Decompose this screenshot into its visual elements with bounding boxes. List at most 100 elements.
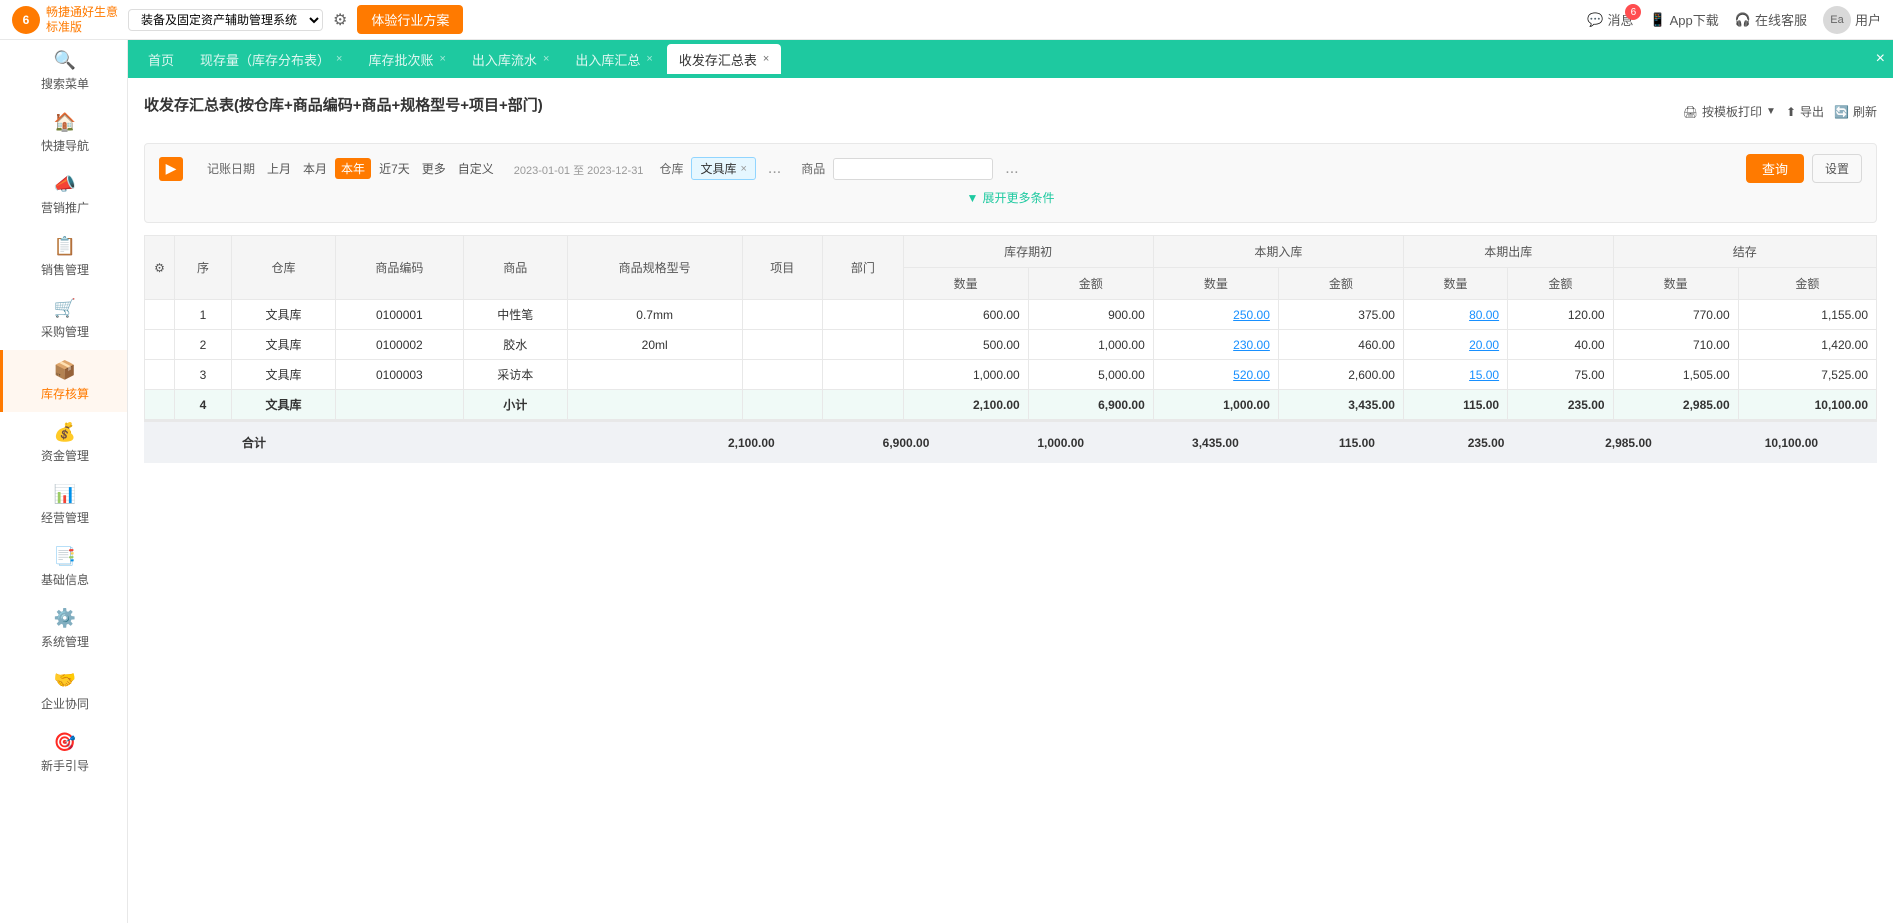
goods-input[interactable] bbox=[833, 158, 993, 180]
row-goods-name: 胶水 bbox=[463, 330, 567, 360]
row-in-qty[interactable]: 520.00 bbox=[1153, 360, 1278, 390]
logo-icon: 6 bbox=[12, 6, 40, 34]
th-project: 项目 bbox=[742, 236, 823, 300]
date-filter-section: 记账日期 上月 本月 本年 近7天 更多 自定义 bbox=[207, 158, 498, 179]
sidebar-item-basic[interactable]: 📑 基础信息 bbox=[0, 536, 127, 598]
th-group-opening: 库存期初 bbox=[903, 236, 1153, 268]
tab-stock-dist[interactable]: 现存量（库存分布表） × bbox=[188, 44, 354, 74]
row-in-qty[interactable]: 250.00 bbox=[1153, 300, 1278, 330]
sidebar-item-sales[interactable]: 📋 销售管理 bbox=[0, 226, 127, 288]
sidebar-item-finance[interactable]: 💰 资金管理 bbox=[0, 412, 127, 474]
th-in-amt: 金额 bbox=[1278, 268, 1403, 300]
row-department bbox=[823, 360, 904, 390]
experience-button[interactable]: 体验行业方案 bbox=[357, 5, 463, 34]
th-opening-amt: 金额 bbox=[1028, 268, 1153, 300]
th-opening-qty: 数量 bbox=[903, 268, 1028, 300]
expand-icon: ▼ bbox=[967, 191, 979, 205]
sidebar-item-system[interactable]: ⚙️ 系统管理 bbox=[0, 598, 127, 660]
row-no: 1 bbox=[175, 300, 232, 330]
footer-opening-qty: 2,100.00 bbox=[674, 428, 829, 457]
sidebar-item-quick-nav[interactable]: 🏠 快捷导航 bbox=[0, 102, 127, 164]
sidebar-item-operations[interactable]: 📊 经营管理 bbox=[0, 474, 127, 536]
logo: 6 畅捷通好生意 标准版 bbox=[12, 5, 118, 34]
row-opening-qty: 500.00 bbox=[903, 330, 1028, 360]
row-settings bbox=[145, 360, 175, 390]
sales-icon: 📋 bbox=[54, 236, 76, 257]
message-action[interactable]: 💬 消息 6 bbox=[1587, 10, 1633, 29]
row-in-qty[interactable]: 230.00 bbox=[1153, 330, 1278, 360]
app-download-action[interactable]: 📱 App下载 bbox=[1649, 10, 1718, 29]
tab-close-inout-summary[interactable]: × bbox=[646, 53, 652, 65]
sidebar-item-newbie[interactable]: 🎯 新手引导 bbox=[0, 722, 127, 784]
row-opening-amt: 900.00 bbox=[1028, 300, 1153, 330]
date-btn-this-year[interactable]: 本年 bbox=[335, 158, 371, 179]
th-balance-amt: 金额 bbox=[1738, 268, 1876, 300]
tab-stock-summary[interactable]: 收发存汇总表 × bbox=[667, 44, 781, 74]
goods-ellipsis[interactable]: ... bbox=[1001, 160, 1022, 178]
query-button[interactable]: 查询 bbox=[1746, 154, 1804, 183]
warehouse-ellipsis[interactable]: ... bbox=[764, 160, 785, 178]
finance-icon: 💰 bbox=[54, 422, 76, 443]
newbie-icon: 🎯 bbox=[54, 732, 76, 753]
expand-more-conditions[interactable]: ▼ 展开更多条件 bbox=[159, 189, 1862, 206]
date-btn-more[interactable]: 更多 bbox=[418, 158, 450, 179]
row-goods-spec: 20ml bbox=[567, 330, 742, 360]
row-settings bbox=[145, 300, 175, 330]
date-btn-custom[interactable]: 自定义 bbox=[454, 158, 498, 179]
row-in-amt: 2,600.00 bbox=[1278, 360, 1403, 390]
th-settings[interactable]: ⚙ bbox=[145, 236, 175, 300]
sidebar-item-purchase[interactable]: 🛒 采购管理 bbox=[0, 288, 127, 350]
th-group-balance: 结存 bbox=[1613, 236, 1876, 268]
date-btn-7days[interactable]: 近7天 bbox=[375, 158, 414, 179]
tab-bar-close-icon[interactable]: × bbox=[1876, 50, 1885, 68]
date-btn-last-month[interactable]: 上月 bbox=[263, 158, 295, 179]
tab-close-batch[interactable]: × bbox=[439, 53, 445, 65]
warehouse-tag-close[interactable]: × bbox=[740, 163, 746, 175]
row-out-qty[interactable]: 15.00 bbox=[1403, 360, 1507, 390]
row-out-qty[interactable]: 20.00 bbox=[1403, 330, 1507, 360]
print-button[interactable]: 🖨 按模板打印 ▼ bbox=[1683, 103, 1776, 120]
filter-collapse-icon[interactable]: ▶ bbox=[159, 157, 183, 181]
row-department bbox=[823, 330, 904, 360]
tab-batch[interactable]: 库存批次账 × bbox=[356, 44, 457, 74]
row-out-qty[interactable]: 115.00 bbox=[1403, 390, 1507, 420]
tab-inout-summary[interactable]: 出入库汇总 × bbox=[563, 44, 664, 74]
row-no: 3 bbox=[175, 360, 232, 390]
sidebar-item-inventory[interactable]: 📦 库存核算 bbox=[0, 350, 127, 412]
settings-gear-icon[interactable]: ⚙ bbox=[333, 10, 347, 30]
user-action[interactable]: Ea 用户 bbox=[1823, 6, 1881, 34]
tab-inout-flow[interactable]: 出入库流水 × bbox=[460, 44, 561, 74]
th-out-qty: 数量 bbox=[1403, 268, 1507, 300]
th-group-out: 本期出库 bbox=[1403, 236, 1613, 268]
chevron-down-icon: ▼ bbox=[1766, 106, 1776, 117]
row-in-qty[interactable]: 1,000.00 bbox=[1153, 390, 1278, 420]
home-icon: 🏠 bbox=[54, 112, 76, 133]
sidebar-item-search[interactable]: 🔍 搜索菜单 bbox=[0, 40, 127, 102]
row-goods-spec bbox=[567, 360, 742, 390]
tab-close-stock-summary[interactable]: × bbox=[763, 53, 769, 65]
logo-text: 畅捷通好生意 标准版 bbox=[46, 5, 118, 34]
date-btn-this-month[interactable]: 本月 bbox=[299, 158, 331, 179]
tab-close-inout-flow[interactable]: × bbox=[543, 53, 549, 65]
sidebar-item-enterprise[interactable]: 🤝 企业协同 bbox=[0, 660, 127, 722]
online-service-action[interactable]: 🎧 在线客服 bbox=[1735, 10, 1807, 29]
export-button[interactable]: ⬆ 导出 bbox=[1786, 103, 1824, 120]
footer-balance-amt: 10,100.00 bbox=[1706, 428, 1877, 457]
sidebar-item-marketing[interactable]: 📣 营销推广 bbox=[0, 164, 127, 226]
system-selector[interactable]: 装备及固定资产辅助管理系统 bbox=[128, 9, 323, 31]
row-balance-qty: 2,985.00 bbox=[1613, 390, 1738, 420]
th-goods-name: 商品 bbox=[463, 236, 567, 300]
refresh-button[interactable]: 🔄 刷新 bbox=[1834, 103, 1877, 120]
footer-out-qty: 115.00 bbox=[1293, 428, 1421, 457]
settings-button[interactable]: 设置 bbox=[1812, 154, 1862, 183]
tab-home[interactable]: 首页 bbox=[136, 44, 186, 74]
avatar: Ea bbox=[1823, 6, 1851, 34]
toolbar-right: 🖨 按模板打印 ▼ ⬆ 导出 🔄 刷新 bbox=[1683, 103, 1877, 120]
refresh-icon: 🔄 bbox=[1834, 105, 1849, 119]
row-out-qty[interactable]: 80.00 bbox=[1403, 300, 1507, 330]
row-balance-qty: 710.00 bbox=[1613, 330, 1738, 360]
row-warehouse: 文具库 bbox=[231, 390, 335, 420]
row-balance-amt: 10,100.00 bbox=[1738, 390, 1876, 420]
tab-bar: 首页 现存量（库存分布表） × 库存批次账 × 出入库流水 × 出入库汇总 × bbox=[128, 40, 1893, 78]
tab-close-stock-dist[interactable]: × bbox=[336, 53, 342, 65]
